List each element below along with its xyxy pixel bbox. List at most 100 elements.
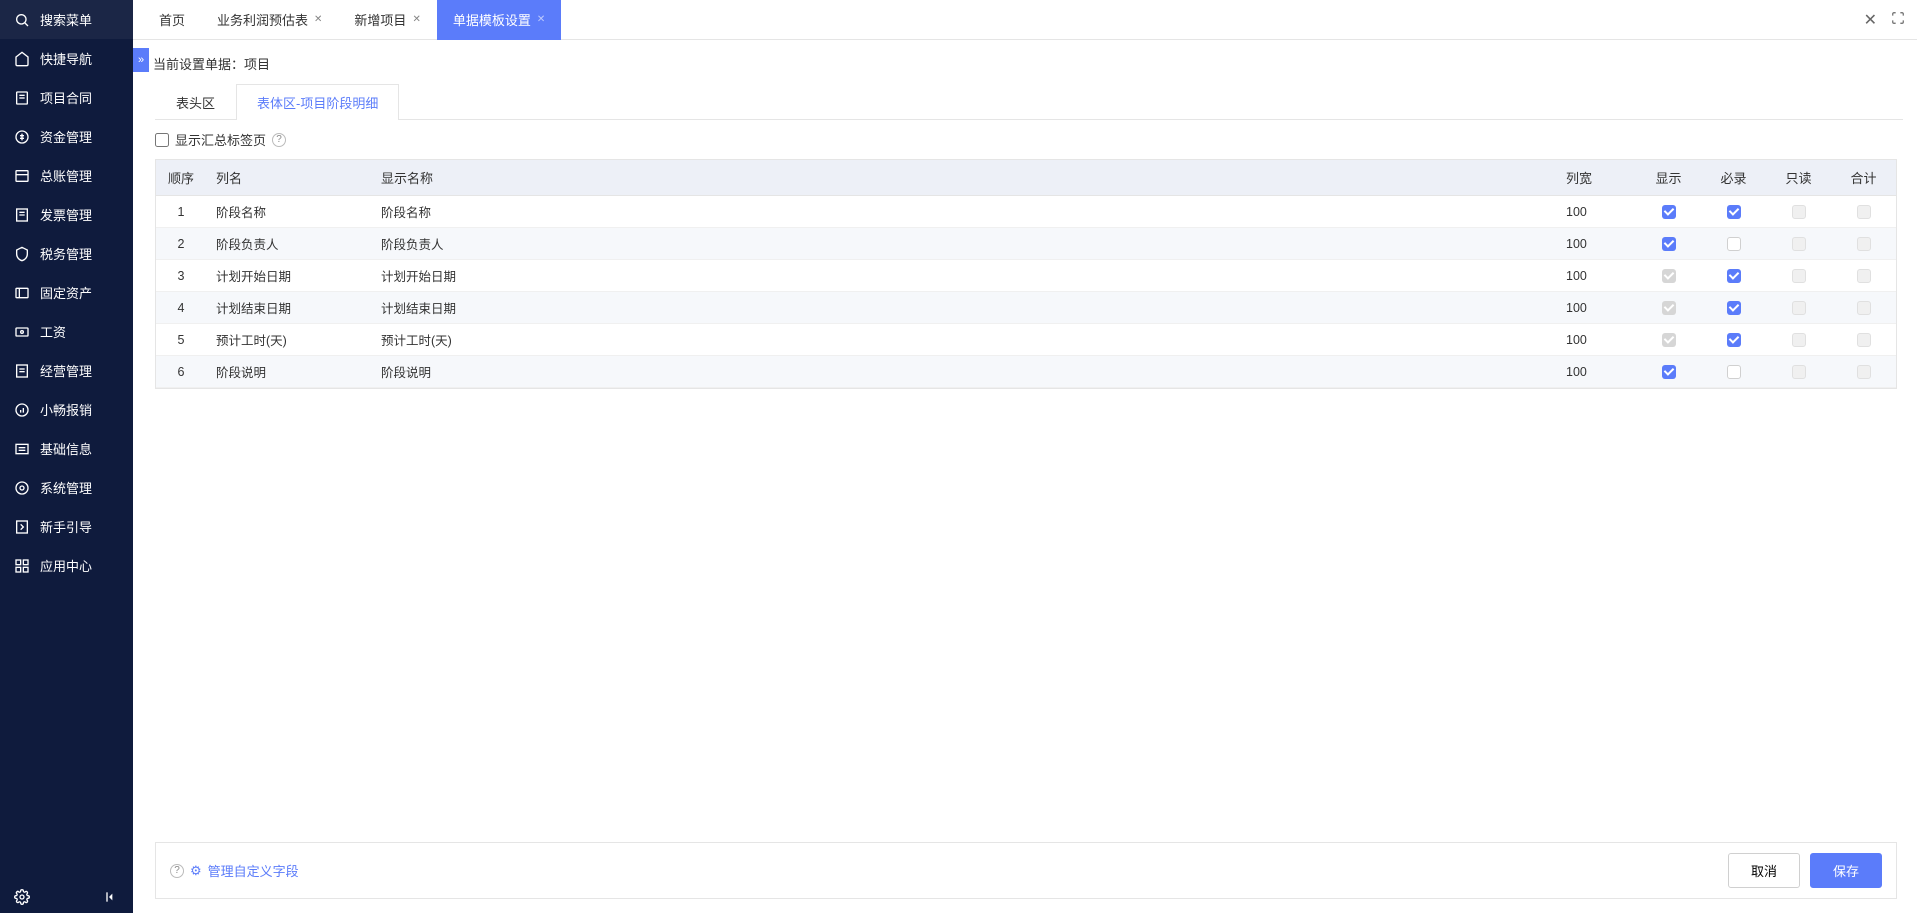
- checkbox-total: [1857, 205, 1871, 219]
- table-row[interactable]: 2阶段负责人阶段负责人100: [156, 228, 1896, 260]
- tab-0[interactable]: 首页: [143, 0, 201, 40]
- panel-collapse-handle[interactable]: »: [133, 48, 149, 72]
- sidebar-item-14[interactable]: 应用中心: [0, 546, 133, 585]
- cancel-button[interactable]: 取消: [1728, 853, 1800, 888]
- info-icon: [14, 441, 30, 457]
- footer-help-icon[interactable]: ?: [170, 864, 184, 878]
- th-colname: 列名: [206, 160, 371, 196]
- cell-width[interactable]: 100: [1556, 324, 1636, 356]
- report-icon: [14, 402, 30, 418]
- checkbox-readonly: [1792, 301, 1806, 315]
- sidebar-item-12[interactable]: 系统管理: [0, 468, 133, 507]
- th-seq: 顺序: [156, 160, 206, 196]
- table-row[interactable]: 1阶段名称阶段名称100: [156, 196, 1896, 228]
- table-row[interactable]: 3计划开始日期计划开始日期100: [156, 260, 1896, 292]
- checkbox-required[interactable]: [1727, 333, 1741, 347]
- tab-label: 业务利润预估表: [217, 10, 308, 29]
- cell-dispname[interactable]: 阶段负责人: [371, 228, 1556, 260]
- sidebar-item-label: 系统管理: [40, 478, 92, 497]
- sidebar-footer: [0, 881, 133, 913]
- sidebar-item-11[interactable]: 基础信息: [0, 429, 133, 468]
- tab-2[interactable]: 新增项目 ✕: [338, 0, 436, 40]
- cell-colname: 计划结束日期: [206, 292, 371, 324]
- cell-dispname[interactable]: 预计工时(天): [371, 324, 1556, 356]
- table-row[interactable]: 5预计工时(天)预计工时(天)100: [156, 324, 1896, 356]
- checkbox-required[interactable]: [1727, 365, 1741, 379]
- invoice-icon: [14, 207, 30, 223]
- cell-dispname[interactable]: 阶段名称: [371, 196, 1556, 228]
- checkbox-total: [1857, 301, 1871, 315]
- sidebar-item-6[interactable]: 税务管理: [0, 234, 133, 273]
- sidebar-item-2[interactable]: 项目合同: [0, 78, 133, 117]
- summary-tab-checkbox[interactable]: [155, 133, 169, 147]
- sidebar-item-label: 搜索菜单: [40, 10, 92, 29]
- table-row[interactable]: 6阶段说明阶段说明100: [156, 356, 1896, 388]
- fund-icon: [14, 129, 30, 145]
- collapse-sidebar-icon[interactable]: [103, 889, 119, 905]
- cell-dispname[interactable]: 计划结束日期: [371, 292, 1556, 324]
- close-all-tabs-icon[interactable]: ✕: [1864, 10, 1877, 30]
- sidebar-item-10[interactable]: 小畅报销: [0, 390, 133, 429]
- sidebar-item-7[interactable]: 固定资产: [0, 273, 133, 312]
- sidebar-item-3[interactable]: 资金管理: [0, 117, 133, 156]
- tab-close-icon[interactable]: ✕: [314, 14, 322, 25]
- content-area: » 当前设置单据：项目 表头区表体区-项目阶段明细 显示汇总标签页 ? 顺序 列…: [133, 40, 1917, 913]
- sidebar-item-1[interactable]: 快捷导航: [0, 39, 133, 78]
- checkbox-required[interactable]: [1727, 237, 1741, 251]
- checkbox-required[interactable]: [1727, 269, 1741, 283]
- fullscreen-icon[interactable]: [1891, 11, 1905, 28]
- sidebar-item-13[interactable]: 新手引导: [0, 507, 133, 546]
- help-icon[interactable]: ?: [272, 133, 286, 147]
- checkbox-show[interactable]: [1662, 205, 1676, 219]
- tax-icon: [14, 246, 30, 262]
- checkbox-show: [1662, 333, 1676, 347]
- table-row[interactable]: 4计划结束日期计划结束日期100: [156, 292, 1896, 324]
- cell-dispname[interactable]: 阶段说明: [371, 356, 1556, 388]
- sidebar-item-0[interactable]: 搜索菜单: [0, 0, 133, 39]
- current-document-prefix: 当前设置单据：: [153, 57, 244, 72]
- sidebar-item-label: 经营管理: [40, 361, 92, 380]
- cell-width[interactable]: 100: [1556, 228, 1636, 260]
- checkbox-required[interactable]: [1727, 301, 1741, 315]
- checkbox-required[interactable]: [1727, 205, 1741, 219]
- tab-label: 新增项目: [354, 10, 406, 29]
- sidebar-item-4[interactable]: 总账管理: [0, 156, 133, 195]
- sidebar-item-label: 总账管理: [40, 166, 92, 185]
- checkbox-readonly: [1792, 333, 1806, 347]
- tab-close-icon[interactable]: ✕: [412, 14, 420, 25]
- tab-1[interactable]: 业务利润预估表 ✕: [201, 0, 338, 40]
- checkbox-show[interactable]: [1662, 237, 1676, 251]
- tab-3[interactable]: 单据模板设置✕: [437, 0, 561, 40]
- sub-tab-0[interactable]: 表头区: [155, 84, 236, 120]
- cell-dispname[interactable]: 计划开始日期: [371, 260, 1556, 292]
- ledger-icon: [14, 168, 30, 184]
- asset-icon: [14, 285, 30, 301]
- cell-width[interactable]: 100: [1556, 356, 1636, 388]
- cell-seq: 3: [156, 260, 206, 292]
- sidebar-item-8[interactable]: 工资: [0, 312, 133, 351]
- sidebar: 搜索菜单快捷导航项目合同资金管理总账管理发票管理税务管理固定资产工资经营管理小畅…: [0, 0, 133, 913]
- sidebar-item-5[interactable]: 发票管理: [0, 195, 133, 234]
- save-button[interactable]: 保存: [1810, 853, 1882, 888]
- checkbox-show[interactable]: [1662, 365, 1676, 379]
- checkbox-total: [1857, 365, 1871, 379]
- cell-seq: 5: [156, 324, 206, 356]
- sub-tab-1[interactable]: 表体区-项目阶段明细: [236, 84, 399, 120]
- system-icon: [14, 480, 30, 496]
- cell-width[interactable]: 100: [1556, 196, 1636, 228]
- gear-icon[interactable]: [14, 889, 30, 905]
- checkbox-readonly: [1792, 205, 1806, 219]
- cell-seq: 4: [156, 292, 206, 324]
- sidebar-item-9[interactable]: 经营管理: [0, 351, 133, 390]
- checkbox-show: [1662, 301, 1676, 315]
- th-dispname: 显示名称: [371, 160, 1556, 196]
- cell-width[interactable]: 100: [1556, 292, 1636, 324]
- cell-width[interactable]: 100: [1556, 260, 1636, 292]
- sidebar-item-label: 工资: [40, 322, 66, 341]
- sidebar-item-label: 发票管理: [40, 205, 92, 224]
- sidebar-item-label: 固定资产: [40, 283, 92, 302]
- manage-custom-fields-link[interactable]: 管理自定义字段: [208, 861, 299, 880]
- tab-close-icon[interactable]: ✕: [537, 14, 545, 25]
- th-readonly: 只读: [1766, 160, 1831, 196]
- summary-tab-label: 显示汇总标签页: [175, 130, 266, 149]
